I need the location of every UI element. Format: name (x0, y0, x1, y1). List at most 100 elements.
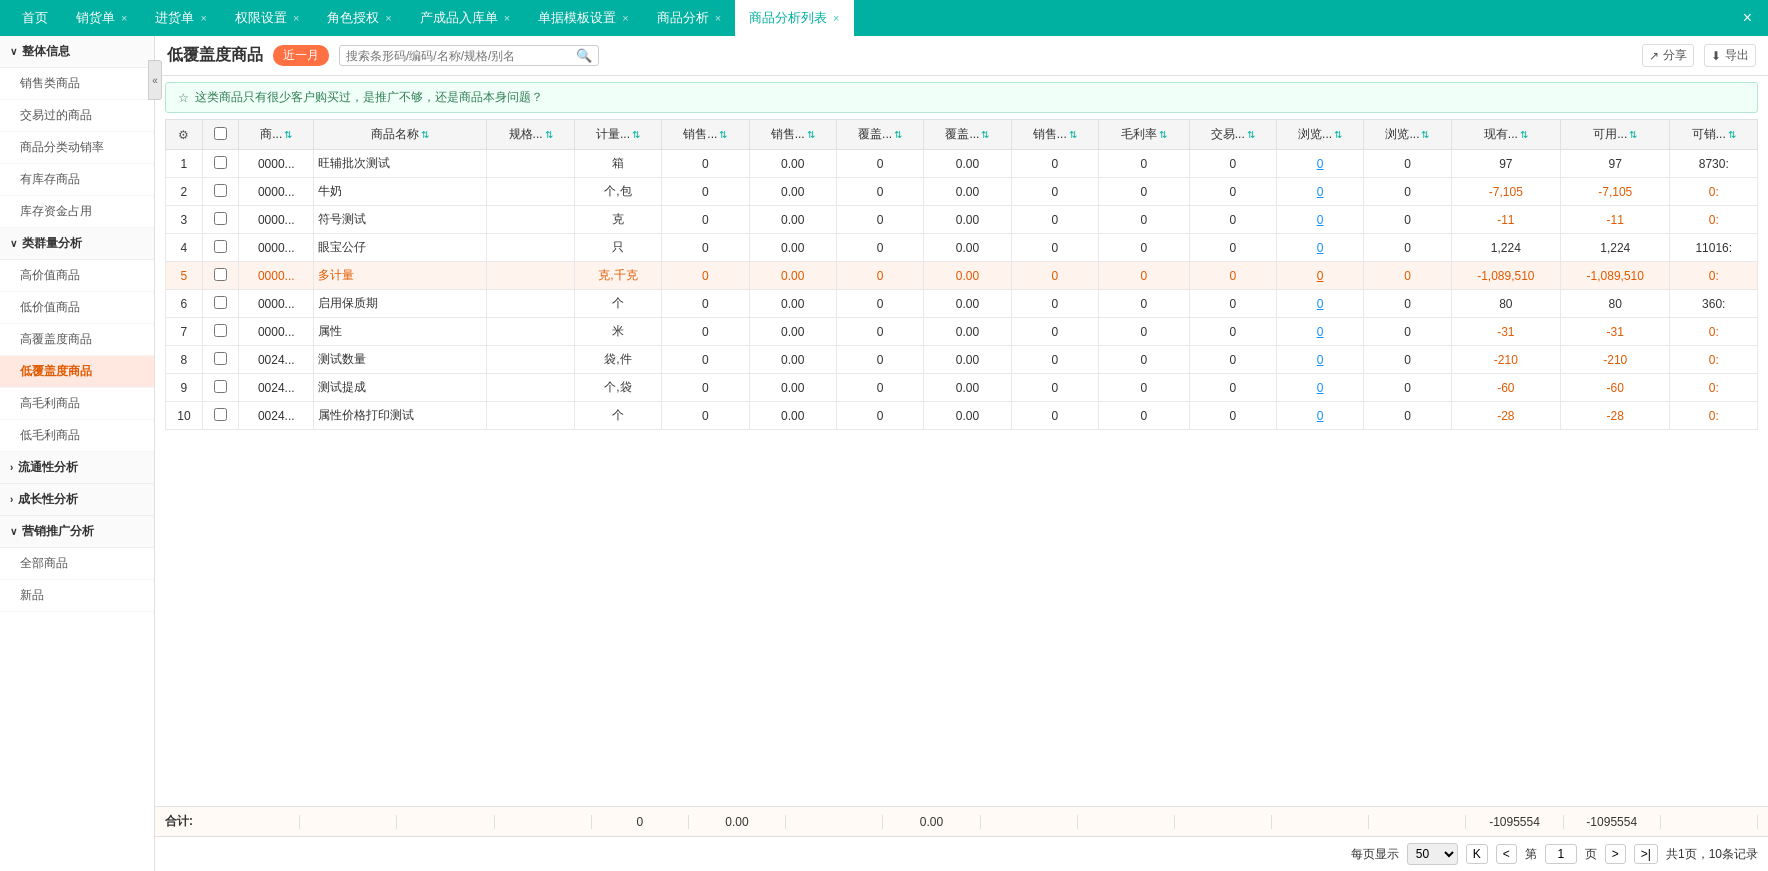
row-code: 0024... (239, 346, 314, 374)
export-button[interactable]: ⬇ 导出 (1704, 44, 1756, 67)
nav-close-permissions[interactable]: × (293, 12, 299, 24)
nav-close-product-analysis-list[interactable]: × (833, 12, 839, 24)
table-row: 1 0000... 旺辅批次测试 箱 0 0.00 0 0.00 0 0 0 0… (166, 150, 1758, 178)
sidebar-item-stocked-goods[interactable]: 有库存商品 (0, 164, 154, 196)
nav-close-product-warehouse[interactable]: × (504, 12, 510, 24)
row-browse1[interactable]: 0 (1276, 346, 1363, 374)
row-checkbox[interactable] (202, 206, 238, 234)
sidebar-item-traded-goods[interactable]: 交易过的商品 (0, 100, 154, 132)
per-page-select[interactable]: 50 20 100 (1407, 843, 1458, 865)
nav-close-doc-template[interactable]: × (622, 12, 628, 24)
sidebar-item-category-rate[interactable]: 商品分类动销率 (0, 132, 154, 164)
footer-sales-amount: 0.00 (689, 815, 786, 829)
row-checkbox[interactable] (202, 234, 238, 262)
row-browse1[interactable]: 0 (1276, 402, 1363, 430)
row-checkbox[interactable] (202, 374, 238, 402)
nav-purchase-order[interactable]: 进货单 × (141, 0, 220, 36)
nav-product-analysis[interactable]: 商品分析 × (643, 0, 735, 36)
row-sales-count: 0 (662, 374, 749, 402)
last-page-button[interactable]: >| (1634, 844, 1658, 864)
row-checkbox[interactable] (202, 318, 238, 346)
select-all-checkbox[interactable] (214, 127, 227, 140)
row-code: 0000... (239, 290, 314, 318)
row-sales-amount: 0.00 (749, 206, 836, 234)
table-row: 6 0000... 启用保质期 个 0 0.00 0 0.00 0 0 0 0 … (166, 290, 1758, 318)
sidebar-group-overall[interactable]: ∨ 整体信息 (0, 36, 154, 68)
row-select-checkbox[interactable] (214, 408, 227, 421)
row-checkbox[interactable] (202, 346, 238, 374)
row-trade: 0 (1189, 150, 1276, 178)
row-select-checkbox[interactable] (214, 240, 227, 253)
footer-sales3 (981, 815, 1078, 829)
row-select-checkbox[interactable] (214, 380, 227, 393)
row-checkbox[interactable] (202, 150, 238, 178)
nav-close-purchase-order[interactable]: × (200, 12, 206, 24)
footer-cover2: 0.00 (883, 815, 980, 829)
sidebar-item-low-coverage[interactable]: 低覆盖度商品 (0, 356, 154, 388)
sidebar-item-sales-goods[interactable]: 销售类商品 (0, 68, 154, 100)
nav-doc-template[interactable]: 单据模板设置 × (524, 0, 642, 36)
nav-sales-order[interactable]: 销货单 × (62, 0, 141, 36)
next-page-button[interactable]: > (1605, 844, 1626, 864)
row-checkbox[interactable] (202, 290, 238, 318)
sidebar-item-low-value[interactable]: 低价值商品 (0, 292, 154, 324)
row-sales3: 0 (1011, 374, 1098, 402)
row-browse1[interactable]: 0 (1276, 290, 1363, 318)
sidebar-group-marketing[interactable]: ∨ 营销推广分析 (0, 516, 154, 548)
nav-close-product-analysis[interactable]: × (715, 12, 721, 24)
row-browse1[interactable]: 0 (1276, 150, 1363, 178)
row-select-checkbox[interactable] (214, 324, 227, 337)
row-browse2: 0 (1364, 290, 1451, 318)
row-spec (487, 402, 574, 430)
nav-product-warehouse[interactable]: 产成品入库单 × (406, 0, 524, 36)
sidebar-item-low-margin[interactable]: 低毛利商品 (0, 420, 154, 452)
row-checkbox[interactable] (202, 402, 238, 430)
row-checkbox[interactable] (202, 262, 238, 290)
row-browse1[interactable]: 0 (1276, 318, 1363, 346)
sidebar-group-liquidity[interactable]: › 流通性分析 (0, 452, 154, 484)
share-button[interactable]: ↗ 分享 (1642, 44, 1694, 67)
col-settings[interactable]: ⚙ (166, 120, 203, 150)
row-browse1[interactable]: 0 (1276, 374, 1363, 402)
nav-close-all[interactable]: × (1735, 9, 1760, 27)
col-sellable: 可销...⇅ (1670, 120, 1758, 150)
sidebar-item-high-value[interactable]: 高价值商品 (0, 260, 154, 292)
search-icon[interactable]: 🔍 (576, 48, 592, 63)
nav-close-role-auth[interactable]: × (385, 12, 391, 24)
sidebar-group-category-analysis[interactable]: ∨ 类群量分析 (0, 228, 154, 260)
row-current-stock: 97 (1451, 150, 1560, 178)
sidebar-collapse-button[interactable]: « (148, 60, 162, 100)
row-browse1[interactable]: 0 (1276, 206, 1363, 234)
page-number-input[interactable] (1545, 844, 1577, 864)
sidebar-item-capital-usage[interactable]: 库存资金占用 (0, 196, 154, 228)
row-checkbox[interactable] (202, 178, 238, 206)
sidebar-item-all-goods[interactable]: 全部商品 (0, 548, 154, 580)
prev-page-button[interactable]: < (1496, 844, 1517, 864)
first-page-button[interactable]: K (1466, 844, 1488, 864)
row-select-checkbox[interactable] (214, 352, 227, 365)
nav-role-auth[interactable]: 角色授权 × (313, 0, 405, 36)
col-checkbox[interactable] (202, 120, 238, 150)
row-gross-margin: 0 (1098, 150, 1189, 178)
row-select-checkbox[interactable] (214, 268, 227, 281)
search-input[interactable] (346, 49, 576, 63)
row-gross-margin: 0 (1098, 178, 1189, 206)
sidebar-item-new-goods[interactable]: 新品 (0, 580, 154, 612)
row-browse2: 0 (1364, 262, 1451, 290)
row-select-checkbox[interactable] (214, 212, 227, 225)
sidebar-item-high-margin[interactable]: 高毛利商品 (0, 388, 154, 420)
nav-product-analysis-list[interactable]: 商品分析列表 × (735, 0, 853, 36)
nav-home[interactable]: 首页 (8, 0, 62, 36)
nav-permissions[interactable]: 权限设置 × (221, 0, 313, 36)
row-browse1[interactable]: 0 (1276, 178, 1363, 206)
footer-sellable (1661, 815, 1758, 829)
row-select-checkbox[interactable] (214, 156, 227, 169)
filter-period-button[interactable]: 近一月 (273, 45, 329, 66)
sidebar-group-growth[interactable]: › 成长性分析 (0, 484, 154, 516)
row-browse1[interactable]: 0 (1276, 262, 1363, 290)
nav-close-sales-order[interactable]: × (121, 12, 127, 24)
sidebar-item-high-coverage[interactable]: 高覆盖度商品 (0, 324, 154, 356)
row-select-checkbox[interactable] (214, 296, 227, 309)
row-select-checkbox[interactable] (214, 184, 227, 197)
row-browse1[interactable]: 0 (1276, 234, 1363, 262)
